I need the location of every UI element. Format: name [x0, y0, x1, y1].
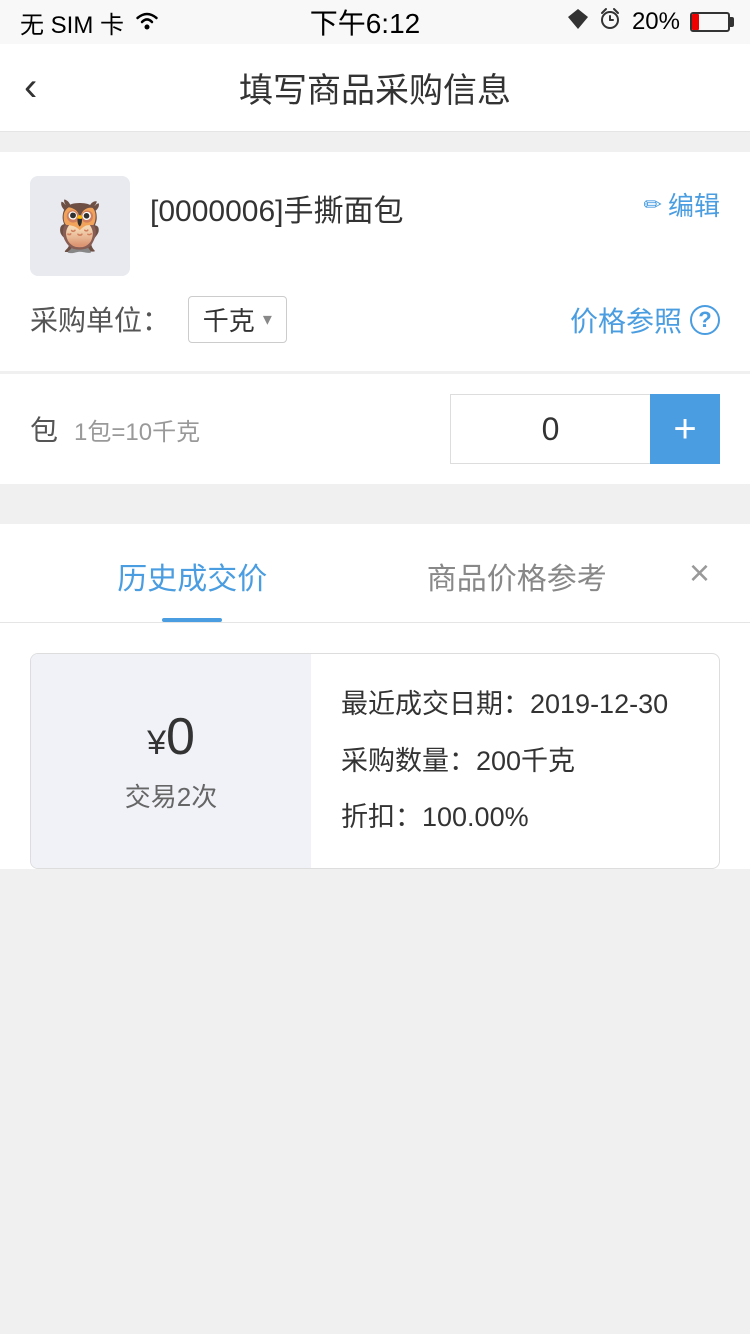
unit-conversion: 1包=10千克: [74, 412, 200, 447]
unit-arrow-icon: ▾: [263, 309, 272, 330]
quantity-input-group: +: [450, 394, 720, 464]
product-thumbnail: 🦉: [30, 176, 130, 276]
status-right: 20%: [568, 7, 730, 38]
tabs-close-button[interactable]: ×: [679, 542, 720, 604]
tab-product-price-ref-label: 商品价格参考: [427, 563, 607, 596]
quantity-input[interactable]: [450, 394, 650, 464]
tab-history-price[interactable]: 历史成交价: [30, 524, 354, 622]
edit-icon: ✏: [644, 192, 662, 218]
unit-row-left: 采购单位： 千克 ▾: [30, 296, 287, 343]
page-title: 填写商品采购信息: [239, 63, 511, 112]
date-value: 2019-12-30: [530, 689, 668, 719]
unit-value: 千克: [203, 301, 255, 338]
separator: [0, 484, 750, 504]
qty-value: 200千克: [476, 746, 575, 776]
product-unit-row: 采购单位： 千克 ▾ 价格参照 ?: [30, 296, 720, 343]
carrier-text: 无 SIM 卡: [20, 5, 124, 40]
product-card: 🦉 [0000006]手撕面包 ✏ 编辑 采购单位： 千克 ▾ 价格参照 ?: [0, 152, 750, 371]
battery-icon: [690, 12, 730, 32]
location-icon: [568, 7, 588, 38]
edit-link[interactable]: ✏ 编辑: [644, 186, 720, 223]
unit-select[interactable]: 千克 ▾: [188, 296, 287, 343]
battery-percent: 20%: [632, 8, 680, 36]
discount-info: 折扣：100.00%: [341, 797, 689, 838]
tab-product-price-ref[interactable]: 商品价格参考: [354, 524, 678, 622]
price-card: ¥0 交易2次 最近成交日期：2019-12-30 采购数量：200千克 折扣：…: [30, 653, 720, 869]
back-button[interactable]: ‹: [24, 65, 37, 110]
quantity-plus-button[interactable]: +: [650, 394, 720, 464]
product-left: 🦉 [0000006]手撕面包: [30, 176, 403, 276]
recent-trade-date: 最近成交日期：2019-12-30: [341, 684, 689, 725]
price-left-panel: ¥0 交易2次: [31, 654, 311, 868]
tabs-section: 历史成交价 商品价格参考 × ¥0 交易2次 最近成交日期：2019-12-30…: [0, 524, 750, 869]
status-bar: 无 SIM 卡 下午6:12 20%: [0, 0, 750, 44]
wifi-icon: [132, 8, 162, 37]
product-full-name: [0000006]手撕面包: [150, 186, 403, 230]
price-right-panel: 最近成交日期：2019-12-30 采购数量：200千克 折扣：100.00%: [311, 654, 719, 868]
time-display: 下午6:12: [310, 2, 421, 42]
amount-value: 0: [166, 708, 195, 766]
edit-label: 编辑: [668, 186, 720, 223]
purchase-quantity: 采购数量：200千克: [341, 741, 689, 782]
price-ref-label: 价格参照: [570, 300, 682, 340]
product-thumb-icon: 🦉: [49, 197, 111, 256]
discount-label: 折扣：: [341, 802, 422, 832]
discount-value: 100.00%: [422, 802, 529, 832]
nav-bar: ‹ 填写商品采购信息: [0, 44, 750, 132]
price-amount: ¥0: [147, 707, 195, 767]
price-ref-link[interactable]: 价格参照 ?: [570, 300, 720, 340]
quantity-row: 包 1包=10千克 +: [0, 373, 750, 484]
unit-label: 采购单位：: [30, 305, 170, 336]
quantity-unit-info: 包 1包=10千克: [30, 409, 200, 449]
unit-icon: 包: [30, 409, 58, 449]
tabs-header: 历史成交价 商品价格参考 ×: [0, 524, 750, 623]
price-trade-count: 交易2次: [125, 777, 217, 814]
currency-symbol: ¥: [147, 724, 166, 762]
date-label: 最近成交日期：: [341, 689, 530, 719]
tab-history-price-label: 历史成交价: [117, 563, 267, 596]
product-header: 🦉 [0000006]手撕面包 ✏ 编辑: [30, 176, 720, 276]
status-left: 无 SIM 卡: [20, 5, 162, 40]
help-icon: ?: [690, 305, 720, 335]
qty-label: 采购数量：: [341, 746, 476, 776]
alarm-icon: [598, 7, 622, 38]
